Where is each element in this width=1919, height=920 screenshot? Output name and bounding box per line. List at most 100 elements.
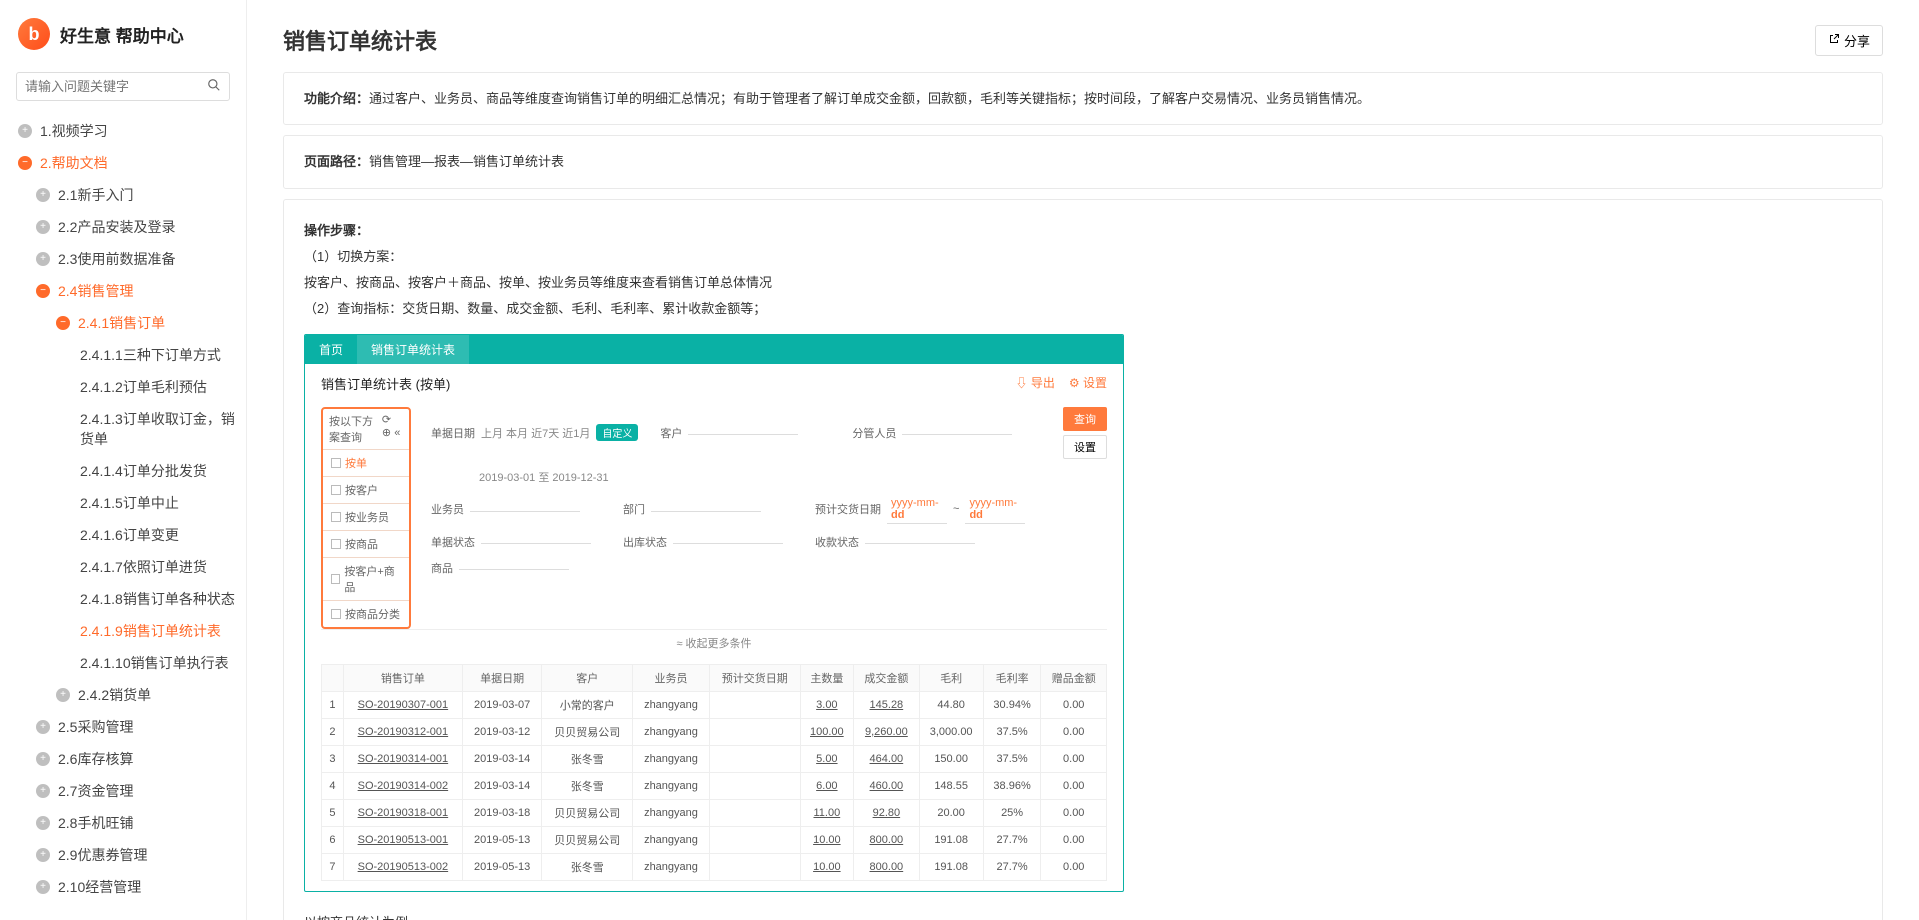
screenshot-1: 首页 销售订单统计表 销售订单统计表 (按单) ⇩ 导出 ⚙ 设置 按以下方案查… <box>304 334 1124 892</box>
option-icon <box>331 574 340 584</box>
table-row: 7SO-20190513-0022019-05-13张冬雪zhangyang10… <box>322 853 1107 880</box>
option-icon <box>331 609 341 619</box>
filter-option: 按商品分类 <box>323 600 409 627</box>
nav-item-23[interactable]: +2.3使用前数据准备 <box>0 243 246 275</box>
nav-item-2417[interactable]: 2.4.1.7依照订单进货 <box>0 551 246 583</box>
nav-item-27[interactable]: +2.7资金管理 <box>0 775 246 807</box>
plus-icon[interactable]: + <box>36 188 50 202</box>
filter-option: 按单 <box>323 449 409 476</box>
setting-link: ⚙ 设置 <box>1069 374 1107 393</box>
brand: b 好生意 帮助中心 <box>0 12 246 64</box>
table-row: 6SO-20190513-0012019-05-13贝贝贸易公司zhangyan… <box>322 826 1107 853</box>
search-icon[interactable] <box>207 78 221 95</box>
plus-icon[interactable]: + <box>18 124 32 138</box>
path-label: 页面路径： <box>304 154 369 169</box>
shot-tab-current: 销售订单统计表 <box>357 335 469 364</box>
plus-icon[interactable]: + <box>36 816 50 830</box>
nav-item-29[interactable]: +2.9优惠券管理 <box>0 839 246 871</box>
option-icon <box>331 458 341 468</box>
nav-item-25[interactable]: +2.5采购管理 <box>0 711 246 743</box>
table-row: 1SO-20190307-0012019-03-07小常的客户zhangyang… <box>322 691 1107 718</box>
option-icon <box>331 485 341 495</box>
table-header: 主数量 <box>800 664 854 691</box>
step1-text: 按客户、按商品、按客户＋商品、按单、按业务员等维度来查看销售订单总体情况 <box>304 270 1862 296</box>
filter-option: 按客户 <box>323 476 409 503</box>
nav-item-26[interactable]: +2.6库存核算 <box>0 743 246 775</box>
data-table: 销售订单单据日期客户业务员预计交货日期主数量成交金额毛利毛利率赠品金额 1SO-… <box>321 664 1107 881</box>
export-link: ⇩ 导出 <box>1016 374 1055 393</box>
plus-icon[interactable]: + <box>36 880 50 894</box>
plus-icon[interactable]: + <box>36 848 50 862</box>
step1: （1）切换方案： <box>304 244 1862 270</box>
brand-title: 好生意 帮助中心 <box>60 22 184 47</box>
nav-item-24110[interactable]: 2.4.1.10销售订单执行表 <box>0 647 246 679</box>
nav-item-docs[interactable]: −2.帮助文档 <box>0 147 246 179</box>
refresh-icon: ⟳ ⊕ « <box>382 413 403 445</box>
nav-item-242[interactable]: +2.4.2销货单 <box>0 679 246 711</box>
table-header: 单据日期 <box>462 664 542 691</box>
plus-icon[interactable]: + <box>36 220 50 234</box>
plus-icon[interactable]: + <box>56 688 70 702</box>
option-icon <box>331 512 341 522</box>
nav-item-24[interactable]: −2.4销售管理 <box>0 275 246 307</box>
intro-label: 功能介绍： <box>304 91 369 106</box>
nav-item-210[interactable]: +2.10经营管理 <box>0 871 246 903</box>
plus-icon[interactable]: + <box>36 252 50 266</box>
plus-icon[interactable]: + <box>36 784 50 798</box>
search-input[interactable] <box>25 79 207 94</box>
nav-item-2414[interactable]: 2.4.1.4订单分批发货 <box>0 455 246 487</box>
nav-item-2416[interactable]: 2.4.1.6订单变更 <box>0 519 246 551</box>
plus-icon[interactable]: + <box>36 720 50 734</box>
search-box[interactable] <box>16 72 230 101</box>
plus-icon[interactable]: + <box>36 752 50 766</box>
filter-option: 按商品 <box>323 530 409 557</box>
table-header <box>322 664 344 691</box>
nav-item-2415[interactable]: 2.4.1.5订单中止 <box>0 487 246 519</box>
table-header: 毛利 <box>919 664 983 691</box>
nav-item-2418[interactable]: 2.4.1.8销售订单各种状态 <box>0 583 246 615</box>
share-button[interactable]: 分享 <box>1815 25 1883 56</box>
option-icon <box>331 539 341 549</box>
collapse-bar: ≈ 收起更多条件 <box>321 629 1107 656</box>
shot-tabs: 首页 销售订单统计表 <box>305 335 1123 364</box>
filter-option: 按客户+商品 <box>323 557 409 600</box>
nav-item-2413[interactable]: 2.4.1.3订单收取订金，销货单 <box>0 403 246 455</box>
query-button: 查询 <box>1063 407 1107 431</box>
table-header: 预计交货日期 <box>709 664 800 691</box>
table-header: 销售订单 <box>343 664 462 691</box>
path-text: 销售管理—报表—销售订单统计表 <box>369 154 564 169</box>
content-box: 操作步骤： （1）切换方案： 按客户、按商品、按客户＋商品、按单、按业务员等维度… <box>283 199 1883 920</box>
table-row: 3SO-20190314-0012019-03-14张冬雪zhangyang5.… <box>322 745 1107 772</box>
minus-icon[interactable]: − <box>36 284 50 298</box>
shot-tab-home: 首页 <box>305 335 357 364</box>
table-header: 客户 <box>542 664 633 691</box>
filter-panel: 按以下方案查询⟳ ⊕ « 按单按客户按业务员按商品按客户+商品按商品分类 <box>321 407 411 629</box>
main-content: 销售订单统计表 分享 功能介绍：通过客户、业务员、商品等维度查询销售订单的明细汇… <box>247 0 1919 920</box>
sidebar: b 好生意 帮助中心 +1.视频学习 −2.帮助文档 +2.1新手入门 +2.2… <box>0 0 247 920</box>
table-row: 2SO-20190312-0012019-03-12贝贝贸易公司zhangyan… <box>322 718 1107 745</box>
steps-label: 操作步骤： <box>304 218 1862 244</box>
nav-item-video[interactable]: +1.视频学习 <box>0 115 246 147</box>
example-label: 以按商品统计为例， <box>304 910 1862 920</box>
step2: （2）查询指标：交货日期、数量、成交金额、毛利、毛利率、累计收款金额等； <box>304 296 1862 322</box>
table-header: 成交金额 <box>854 664 919 691</box>
nav-item-241[interactable]: −2.4.1销售订单 <box>0 307 246 339</box>
nav-item-22[interactable]: +2.2产品安装及登录 <box>0 211 246 243</box>
nav-item-28[interactable]: +2.8手机旺铺 <box>0 807 246 839</box>
nav-item-2412[interactable]: 2.4.1.2订单毛利预估 <box>0 371 246 403</box>
intro-text: 通过客户、业务员、商品等维度查询销售订单的明细汇总情况；有助于管理者了解订单成交… <box>369 91 1370 106</box>
path-box: 页面路径：销售管理—报表—销售订单统计表 <box>283 135 1883 188</box>
share-icon <box>1828 33 1840 48</box>
intro-box: 功能介绍：通过客户、业务员、商品等维度查询销售订单的明细汇总情况；有助于管理者了… <box>283 72 1883 125</box>
minus-icon[interactable]: − <box>56 316 70 330</box>
minus-icon[interactable]: − <box>18 156 32 170</box>
nav-item-2419[interactable]: 2.4.1.9销售订单统计表 <box>0 615 246 647</box>
table-row: 5SO-20190318-0012019-03-18贝贝贸易公司zhangyan… <box>322 799 1107 826</box>
table-header: 业务员 <box>633 664 710 691</box>
table-row: 4SO-20190314-0022019-03-14张冬雪zhangyang6.… <box>322 772 1107 799</box>
set-button: 设置 <box>1063 435 1107 459</box>
nav-item-21[interactable]: +2.1新手入门 <box>0 179 246 211</box>
nav-item-2411[interactable]: 2.4.1.1三种下订单方式 <box>0 339 246 371</box>
brand-logo-icon: b <box>18 18 50 50</box>
filter-option: 按业务员 <box>323 503 409 530</box>
